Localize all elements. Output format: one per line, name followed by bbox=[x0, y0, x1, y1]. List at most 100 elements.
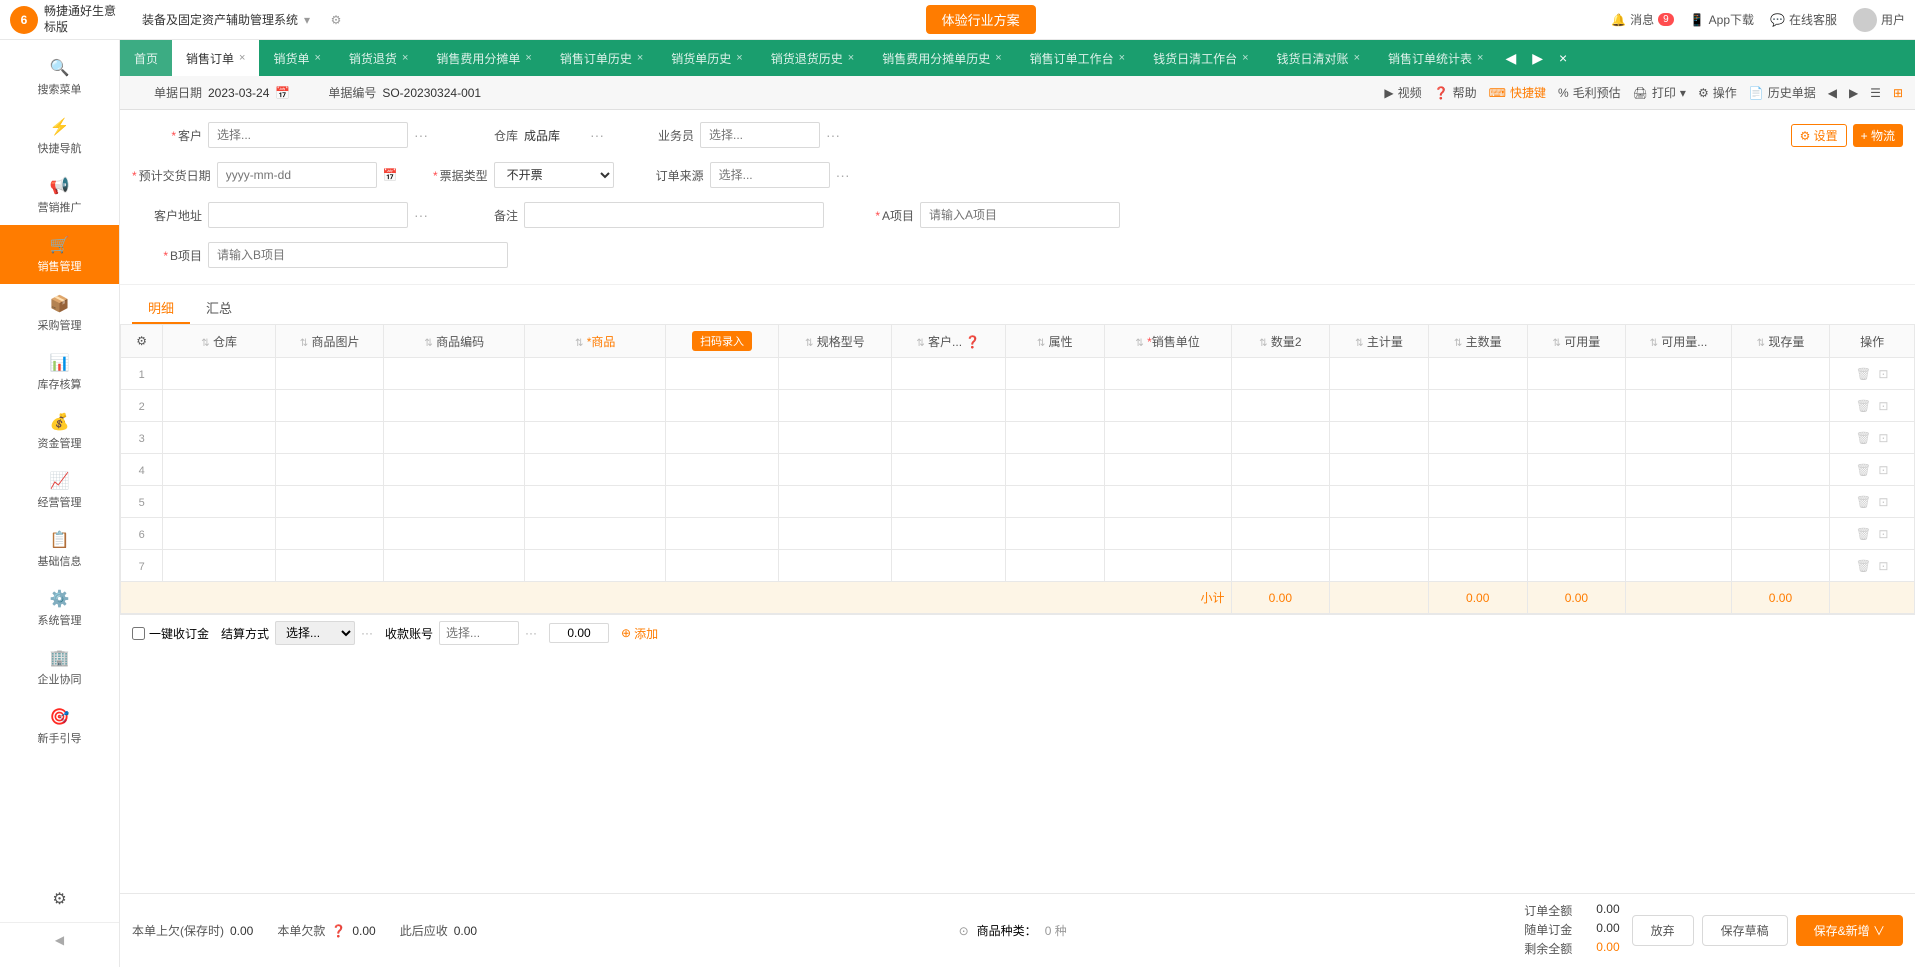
tab-order-history[interactable]: 销售订单历史 × bbox=[546, 40, 657, 76]
th-current[interactable]: ⇅ 现存量 bbox=[1731, 325, 1830, 358]
sidebar-item-system[interactable]: ⚙️ 系统管理 bbox=[0, 579, 119, 638]
save-new-button[interactable]: 保存&新增 ∨ bbox=[1796, 915, 1903, 946]
discard-button[interactable]: 放弃 bbox=[1632, 915, 1694, 946]
customer-code-cell[interactable] bbox=[891, 390, 1005, 422]
available-cell[interactable] bbox=[1527, 390, 1626, 422]
current-cell[interactable] bbox=[1731, 486, 1830, 518]
attr-cell[interactable] bbox=[1005, 518, 1104, 550]
current-cell[interactable] bbox=[1731, 550, 1830, 582]
copy-row-icon[interactable]: ⊡ bbox=[1878, 495, 1888, 509]
layout-list-icon[interactable]: ☰ bbox=[1870, 86, 1881, 100]
customer-code-cell[interactable] bbox=[891, 454, 1005, 486]
tab-close-icon[interactable]: × bbox=[525, 52, 531, 64]
tab-expense-split[interactable]: 销售费用分摊单 × bbox=[422, 40, 545, 76]
tab-close-icon[interactable]: × bbox=[402, 52, 408, 64]
notification-item[interactable]: 🔔 消息 9 bbox=[1611, 11, 1674, 28]
delete-row-icon[interactable]: 🗑 bbox=[1856, 463, 1871, 477]
main-unit-cell[interactable] bbox=[1330, 550, 1429, 582]
th-spec[interactable]: ⇅ 规格型号 bbox=[778, 325, 891, 358]
unit-cell[interactable] bbox=[1104, 390, 1231, 422]
th-code[interactable]: ⇅ 商品编码 bbox=[384, 325, 525, 358]
th-customer-code[interactable]: ⇅ 客户... ❓ bbox=[891, 325, 1005, 358]
qty2-cell[interactable] bbox=[1231, 358, 1330, 390]
available-cell[interactable] bbox=[1527, 454, 1626, 486]
th-scan[interactable]: 扫码录入 bbox=[666, 325, 779, 358]
qty2-cell[interactable] bbox=[1231, 390, 1330, 422]
toolbar-print[interactable]: 🖨 打印 ▾ bbox=[1633, 84, 1686, 101]
account-input[interactable] bbox=[439, 621, 519, 645]
current-cell[interactable] bbox=[1731, 358, 1830, 390]
toolbar-video[interactable]: ▶ 视频 bbox=[1384, 84, 1421, 101]
tab-close-icon[interactable]: × bbox=[1354, 52, 1360, 64]
qty2-cell[interactable] bbox=[1231, 486, 1330, 518]
sidebar-item-marketing[interactable]: 📢 营销推广 bbox=[0, 166, 119, 225]
tab-sales-order[interactable]: 销售订单 × bbox=[172, 40, 259, 76]
main-unit-cell[interactable] bbox=[1330, 358, 1429, 390]
add-deposit-btn[interactable]: ⊕ 添加 bbox=[621, 625, 658, 642]
warehouse-cell[interactable] bbox=[163, 486, 276, 518]
note-input[interactable] bbox=[524, 202, 824, 228]
a-project-input[interactable] bbox=[920, 202, 1120, 228]
sidebar-settings[interactable]: ⚙ bbox=[0, 879, 119, 922]
toolbar-next[interactable]: ▶ bbox=[1849, 86, 1858, 100]
add-material-button[interactable]: + 物流 bbox=[1853, 124, 1903, 147]
sidebar-item-guide[interactable]: 🎯 新手引导 bbox=[0, 697, 119, 756]
staff-ellipsis-icon[interactable]: ··· bbox=[826, 127, 840, 143]
product-cell[interactable] bbox=[525, 454, 666, 486]
current-cell[interactable] bbox=[1731, 454, 1830, 486]
main-unit-cell[interactable] bbox=[1330, 454, 1429, 486]
main-qty-cell[interactable] bbox=[1428, 454, 1527, 486]
main-qty-cell[interactable] bbox=[1428, 550, 1527, 582]
sidebar-collapse-btn[interactable]: ◀ bbox=[0, 922, 119, 957]
toolbar-shortcut[interactable]: ⌨ 快捷键 bbox=[1489, 84, 1546, 101]
tab-close-icon[interactable]: × bbox=[1477, 52, 1483, 64]
tab-daily-workbench[interactable]: 钱货日清工作台 × bbox=[1139, 40, 1262, 76]
warehouse-ellipsis-icon[interactable]: ··· bbox=[590, 127, 604, 143]
attr-cell[interactable] bbox=[1005, 454, 1104, 486]
tab-home[interactable]: 首页 bbox=[120, 40, 172, 76]
delivery-date-input[interactable] bbox=[217, 162, 377, 188]
toolbar-profit[interactable]: % 毛利预估 bbox=[1558, 84, 1621, 101]
tab-close-icon[interactable]: × bbox=[637, 52, 643, 64]
spec-cell[interactable] bbox=[778, 550, 891, 582]
attr-cell[interactable] bbox=[1005, 550, 1104, 582]
available-cell[interactable] bbox=[1527, 518, 1626, 550]
spec-cell[interactable] bbox=[778, 422, 891, 454]
th-available[interactable]: ⇅ 可用量 bbox=[1527, 325, 1626, 358]
delete-row-icon[interactable]: 🗑 bbox=[1856, 367, 1871, 381]
available-cell[interactable] bbox=[1527, 422, 1626, 454]
qty2-cell[interactable] bbox=[1231, 422, 1330, 454]
order-source-input[interactable] bbox=[710, 162, 830, 188]
tab-close-icon[interactable]: × bbox=[239, 52, 245, 64]
customer-code-cell[interactable] bbox=[891, 486, 1005, 518]
unit-cell[interactable] bbox=[1104, 486, 1231, 518]
spec-cell[interactable] bbox=[778, 358, 891, 390]
app-download-item[interactable]: 📱 App下载 bbox=[1690, 11, 1754, 28]
current-cell[interactable] bbox=[1731, 390, 1830, 422]
spec-cell[interactable] bbox=[778, 454, 891, 486]
attr-cell[interactable] bbox=[1005, 358, 1104, 390]
spec-cell[interactable] bbox=[778, 518, 891, 550]
toolbar-operation[interactable]: ⚙ 操作 bbox=[1698, 84, 1737, 101]
th-image[interactable]: ⇅ 商品图片 bbox=[276, 325, 384, 358]
save-draft-button[interactable]: 保存草稿 bbox=[1702, 915, 1788, 946]
sidebar-item-search[interactable]: 🔍 搜索菜单 bbox=[0, 48, 119, 107]
sidebar-item-finance[interactable]: 💰 资金管理 bbox=[0, 402, 119, 461]
main-qty-cell[interactable] bbox=[1428, 390, 1527, 422]
available2-cell[interactable] bbox=[1626, 550, 1731, 582]
th-main-qty[interactable]: ⇅ 主数量 bbox=[1428, 325, 1527, 358]
copy-row-icon[interactable]: ⊡ bbox=[1878, 559, 1888, 573]
tab-summary[interactable]: 汇总 bbox=[190, 293, 248, 324]
customer-code-cell[interactable] bbox=[891, 518, 1005, 550]
th-attr[interactable]: ⇅ 属性 bbox=[1005, 325, 1104, 358]
product-cell[interactable] bbox=[525, 358, 666, 390]
unit-cell[interactable] bbox=[1104, 550, 1231, 582]
tab-daily-reconcile[interactable]: 钱货日清对账 × bbox=[1263, 40, 1374, 76]
qty2-cell[interactable] bbox=[1231, 518, 1330, 550]
customer-input[interactable] bbox=[208, 122, 408, 148]
customer-code-cell[interactable] bbox=[891, 422, 1005, 454]
main-qty-cell[interactable] bbox=[1428, 422, 1527, 454]
th-main-unit[interactable]: ⇅ 主计量 bbox=[1330, 325, 1429, 358]
code-cell[interactable] bbox=[384, 390, 525, 422]
product-cell[interactable] bbox=[525, 486, 666, 518]
